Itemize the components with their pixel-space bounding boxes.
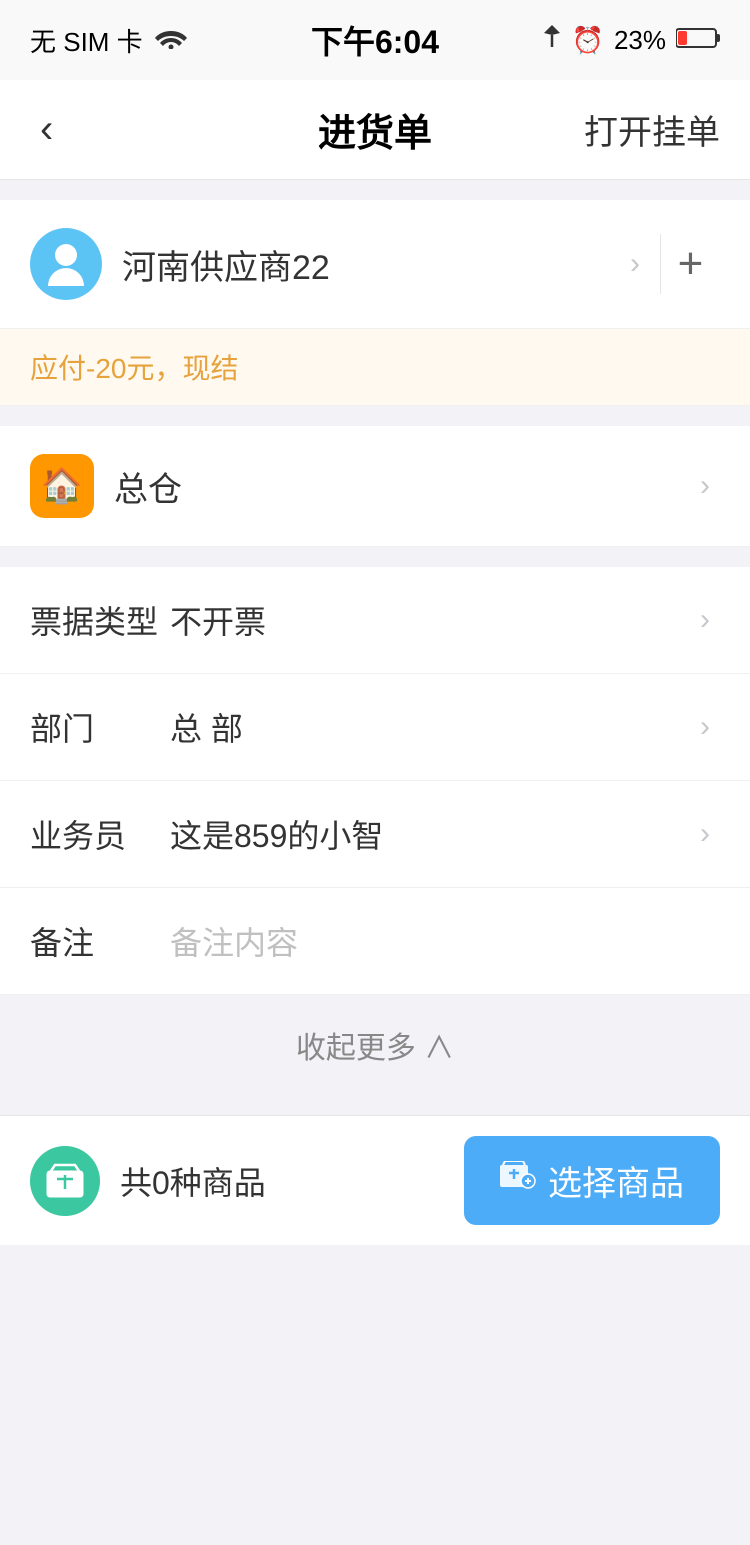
battery-icon xyxy=(676,25,720,56)
chevron-right-icon-warehouse: › xyxy=(700,469,710,503)
footer-bar: 共0种商品 选择商品 xyxy=(0,1115,750,1245)
chevron-right-icon-invoice: › xyxy=(700,603,710,637)
location-icon xyxy=(542,25,562,56)
battery-text: 23% xyxy=(614,25,666,56)
wifi-icon xyxy=(155,25,187,56)
salesman-label: 业务员 xyxy=(30,811,170,857)
collapse-button[interactable]: 收起更多 ∧ xyxy=(0,995,750,1095)
divider-1 xyxy=(0,180,750,200)
divider-2 xyxy=(0,406,750,426)
department-value: 总 部 xyxy=(170,704,700,750)
carrier-text: 无 SIM 卡 xyxy=(30,22,143,59)
salesman-row[interactable]: 业务员 这是859的小智 › xyxy=(0,781,750,888)
supplier-section: 河南供应商22 › + 应付-20元，现结 xyxy=(0,200,750,406)
alarm-icon: ⏰ xyxy=(572,25,604,56)
invoice-type-row[interactable]: 票据类型 不开票 › xyxy=(0,567,750,674)
supplier-name: 河南供应商22 xyxy=(122,240,630,289)
remarks-label: 备注 xyxy=(30,918,170,964)
status-bar: 无 SIM 卡 下午6:04 ⏰ 23% xyxy=(0,0,750,80)
supplier-row[interactable]: 河南供应商22 › + xyxy=(0,200,750,329)
chevron-right-icon-salesman: › xyxy=(700,817,710,851)
collapse-label: 收起更多 ∧ xyxy=(296,1023,454,1067)
divider-4 xyxy=(0,1095,750,1115)
chevron-right-icon: › xyxy=(630,247,640,281)
status-time: 下午6:04 xyxy=(311,17,439,63)
warehouse-row[interactable]: 🏠 总仓 › xyxy=(0,426,750,547)
invoice-type-label: 票据类型 xyxy=(30,597,170,643)
remarks-row[interactable]: 备注 备注内容 xyxy=(0,888,750,995)
back-button[interactable]: ‹ xyxy=(30,97,63,162)
warehouse-icon: 🏠 xyxy=(30,454,94,518)
nav-bar: ‹ 进货单 打开挂单 xyxy=(0,80,750,180)
page-title: 进货单 xyxy=(318,102,432,157)
open-pending-button[interactable]: 打开挂单 xyxy=(584,105,720,154)
product-count: 共0种商品 xyxy=(120,1158,464,1204)
select-product-icon xyxy=(500,1161,536,1200)
add-button[interactable]: + xyxy=(660,234,720,294)
supplier-avatar xyxy=(30,228,102,300)
status-left: 无 SIM 卡 xyxy=(30,22,187,59)
avatar-person-icon xyxy=(46,244,86,284)
status-right: ⏰ 23% xyxy=(542,25,720,56)
divider-3 xyxy=(0,547,750,567)
select-product-label: 选择商品 xyxy=(548,1156,684,1205)
product-icon xyxy=(30,1146,100,1216)
remarks-input[interactable]: 备注内容 xyxy=(170,918,720,964)
select-product-button[interactable]: 选择商品 xyxy=(464,1136,720,1225)
department-label: 部门 xyxy=(30,704,170,750)
salesman-value: 这是859的小智 xyxy=(170,811,700,857)
notice-bar: 应付-20元，现结 xyxy=(0,329,750,406)
chevron-right-icon-dept: › xyxy=(700,710,710,744)
warehouse-name: 总仓 xyxy=(114,462,700,511)
invoice-type-value: 不开票 xyxy=(170,597,700,643)
department-row[interactable]: 部门 总 部 › xyxy=(0,674,750,781)
bottom-area xyxy=(0,1245,750,1545)
